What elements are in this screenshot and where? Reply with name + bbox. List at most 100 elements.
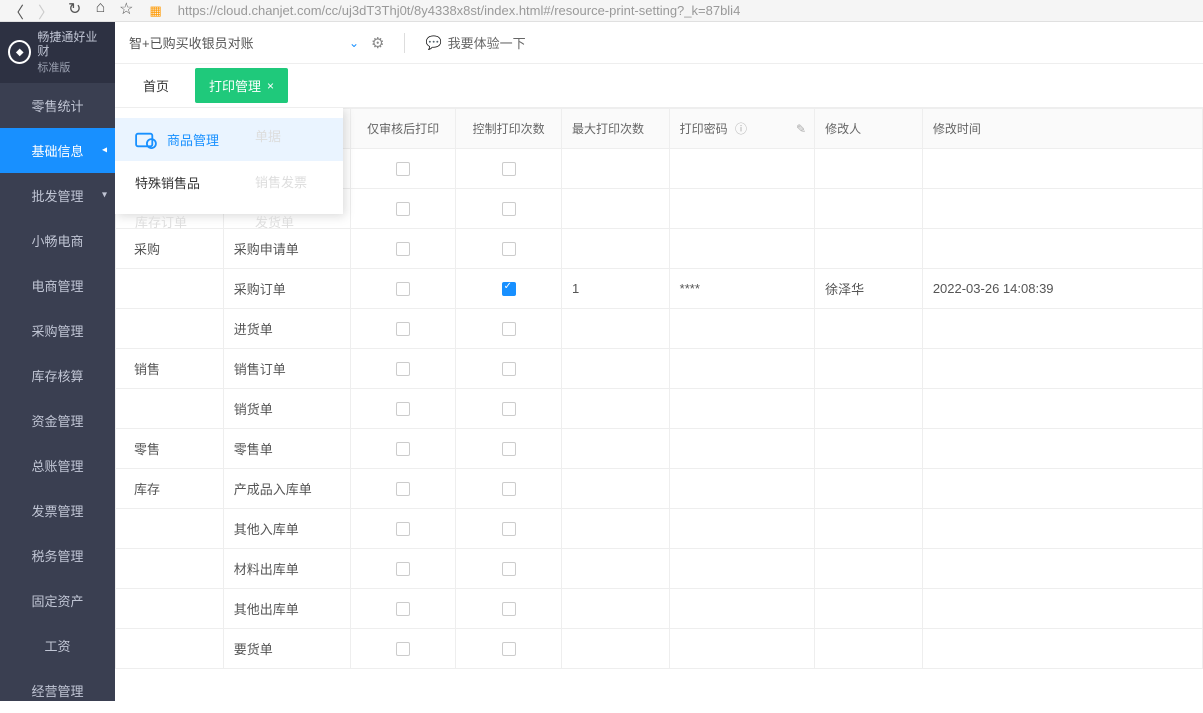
sidebar-item-6[interactable]: 库存核算 <box>0 353 115 398</box>
context-selector[interactable]: 智+已购买收银员对账 ⌄ <box>129 33 359 52</box>
cell-max[interactable] <box>561 149 669 189</box>
cell-chk2 <box>456 309 562 349</box>
cell-doctype: 其他出库单 <box>223 589 350 629</box>
cell-time <box>922 509 1202 549</box>
sidebar-item-12[interactable]: 工资 <box>0 623 115 668</box>
cell-doctype: 材料出库单 <box>223 549 350 589</box>
sidebar-item-10[interactable]: 税务管理 <box>0 533 115 578</box>
refresh-icon[interactable]: ↻ <box>68 0 81 23</box>
cell-max[interactable] <box>561 549 669 589</box>
forward-icon[interactable]: 〉 <box>38 0 54 23</box>
cell-pwd[interactable] <box>669 149 814 189</box>
cell-max[interactable] <box>561 589 669 629</box>
sidebar-item-11[interactable]: 固定资产 <box>0 578 115 623</box>
checkbox-ctrl-count[interactable] <box>502 402 516 416</box>
checkbox-after-audit[interactable] <box>396 482 410 496</box>
checkbox-ctrl-count[interactable] <box>502 442 516 456</box>
gear-icon[interactable]: ⚙ <box>371 34 384 52</box>
sidebar-item-8[interactable]: 总账管理 <box>0 443 115 488</box>
table-row: 库存产成品入库单 <box>116 469 1203 509</box>
checkbox-ctrl-count[interactable] <box>502 242 516 256</box>
checkbox-after-audit[interactable] <box>396 442 410 456</box>
tab-0[interactable]: 首页 <box>129 68 183 103</box>
checkbox-ctrl-count[interactable] <box>502 282 516 296</box>
cell-max[interactable] <box>561 189 669 229</box>
checkbox-ctrl-count[interactable] <box>502 642 516 656</box>
cell-max[interactable] <box>561 509 669 549</box>
cell-pwd[interactable]: **** <box>669 269 814 309</box>
checkbox-ctrl-count[interactable] <box>502 322 516 336</box>
cell-chk2 <box>456 269 562 309</box>
checkbox-after-audit[interactable] <box>396 162 410 176</box>
back-icon[interactable]: 〈 <box>8 0 24 23</box>
cell-pwd[interactable] <box>669 389 814 429</box>
try-it-link[interactable]: 💬 我要体验一下 <box>425 33 525 52</box>
sidebar-item-9[interactable]: 发票管理 <box>0 488 115 533</box>
cell-pwd[interactable] <box>669 229 814 269</box>
sidebar-item-13[interactable]: 经营管理 <box>0 668 115 713</box>
checkbox-after-audit[interactable] <box>396 562 410 576</box>
checkbox-after-audit[interactable] <box>396 242 410 256</box>
checkbox-ctrl-count[interactable] <box>502 162 516 176</box>
cell-chk2 <box>456 349 562 389</box>
sidebar-item-0[interactable]: 零售统计 <box>0 83 115 128</box>
checkbox-after-audit[interactable] <box>396 322 410 336</box>
tab-1[interactable]: 打印管理× <box>195 68 288 103</box>
close-icon[interactable]: × <box>267 79 274 93</box>
checkbox-ctrl-count[interactable] <box>502 562 516 576</box>
sidebar-item-4[interactable]: 电商管理 <box>0 263 115 308</box>
sidebar-item-1[interactable]: 基础信息◂ <box>0 128 115 173</box>
content-area: 商品管理特殊销售品 单据 销售发票 库存订单发货单 仅审核后打印 控制打印次数 … <box>115 108 1203 701</box>
cell-pwd[interactable] <box>669 309 814 349</box>
cell-chk2 <box>456 549 562 589</box>
cell-pwd[interactable] <box>669 469 814 509</box>
cell-chk1 <box>350 469 456 509</box>
cell-pwd[interactable] <box>669 189 814 229</box>
cell-doctype: 产成品入库单 <box>223 469 350 509</box>
cell-doctype: 要货单 <box>223 629 350 669</box>
cell-pwd[interactable] <box>669 549 814 589</box>
cell-max[interactable] <box>561 469 669 509</box>
checkbox-after-audit[interactable] <box>396 282 410 296</box>
star-icon[interactable]: ☆ <box>119 0 133 23</box>
checkbox-ctrl-count[interactable] <box>502 522 516 536</box>
checkbox-after-audit[interactable] <box>396 202 410 216</box>
cell-max[interactable] <box>561 629 669 669</box>
sidebar-item-2[interactable]: 批发管理▾ <box>0 173 115 218</box>
sidebar-item-5[interactable]: 采购管理 <box>0 308 115 353</box>
checkbox-after-audit[interactable] <box>396 522 410 536</box>
cell-pwd[interactable] <box>669 509 814 549</box>
sidebar-item-7[interactable]: 资金管理 <box>0 398 115 443</box>
cell-pwd[interactable] <box>669 589 814 629</box>
try-it-label: 我要体验一下 <box>448 33 526 52</box>
cell-max[interactable] <box>561 229 669 269</box>
edit-icon[interactable]: ✎ <box>796 122 806 136</box>
home-icon[interactable]: ⌂ <box>95 0 105 23</box>
sidebar-item-3[interactable]: 小畅电商 <box>0 218 115 263</box>
sidebar: 畅捷通好业财 标准版 零售统计基础信息◂批发管理▾小畅电商电商管理采购管理库存核… <box>0 22 115 701</box>
cell-modifier <box>815 389 923 429</box>
cell-pwd[interactable] <box>669 629 814 669</box>
cell-max[interactable] <box>561 349 669 389</box>
cell-time <box>922 629 1202 669</box>
cell-pwd[interactable] <box>669 429 814 469</box>
checkbox-ctrl-count[interactable] <box>502 482 516 496</box>
cell-max[interactable] <box>561 389 669 429</box>
browser-toolbar: 〈 〉 ↻ ⌂ ☆ ▦ https://cloud.chanjet.com/cc… <box>0 0 1203 22</box>
cell-pwd[interactable] <box>669 349 814 389</box>
checkbox-ctrl-count[interactable] <box>502 362 516 376</box>
col-after-audit: 仅审核后打印 <box>350 109 456 149</box>
checkbox-ctrl-count[interactable] <box>502 602 516 616</box>
cell-max[interactable] <box>561 429 669 469</box>
checkbox-ctrl-count[interactable] <box>502 202 516 216</box>
checkbox-after-audit[interactable] <box>396 402 410 416</box>
ghost-text: 单据 <box>255 126 281 145</box>
checkbox-after-audit[interactable] <box>396 602 410 616</box>
cell-max[interactable] <box>561 309 669 349</box>
url-bar[interactable]: https://cloud.chanjet.com/cc/uj3dT3Thj0t… <box>178 3 1195 18</box>
help-icon[interactable]: ⓘ <box>735 122 747 136</box>
checkbox-after-audit[interactable] <box>396 642 410 656</box>
cell-chk2 <box>456 229 562 269</box>
checkbox-after-audit[interactable] <box>396 362 410 376</box>
cell-max[interactable]: 1 <box>561 269 669 309</box>
